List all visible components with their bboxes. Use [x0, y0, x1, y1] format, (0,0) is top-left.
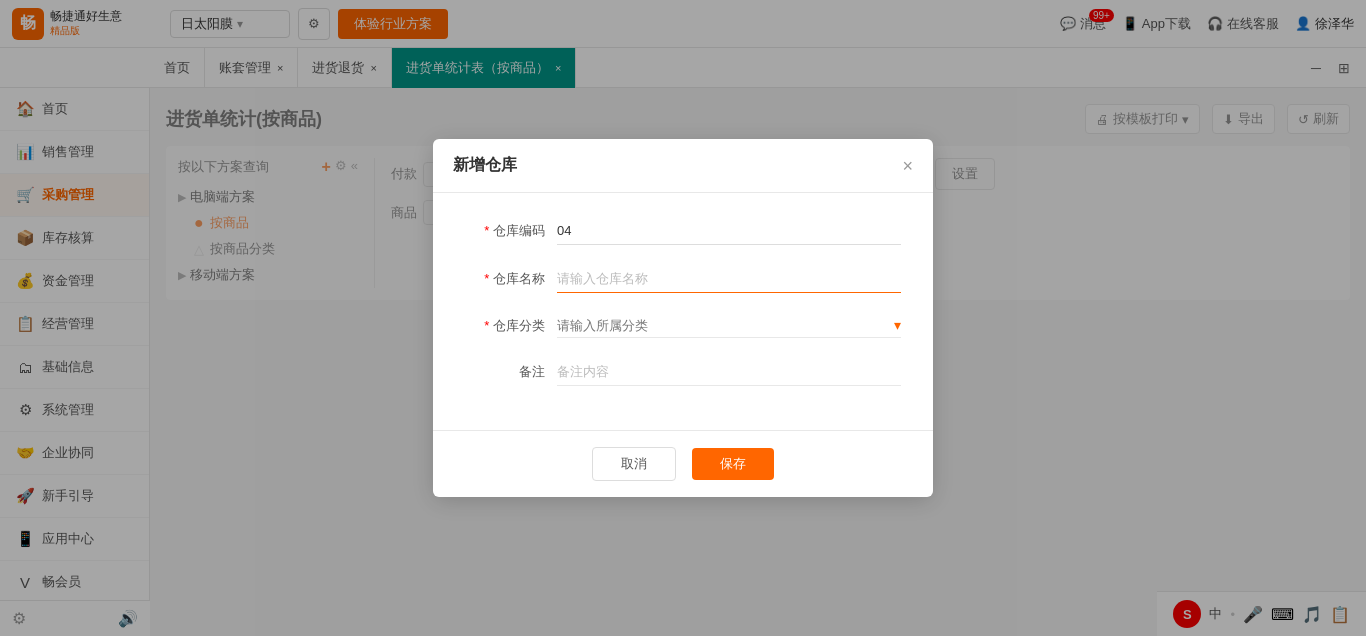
- modal-title: 新增仓库: [453, 155, 517, 176]
- modal-header: 新增仓库 ×: [433, 139, 933, 193]
- note-label: 备注: [465, 363, 545, 381]
- warehouse-code-row: 仓库编码: [465, 217, 901, 245]
- note-row: 备注: [465, 358, 901, 386]
- category-chevron-icon: ▾: [894, 317, 901, 333]
- modal-close-icon[interactable]: ×: [902, 157, 913, 175]
- save-button[interactable]: 保存: [692, 448, 774, 480]
- cancel-button[interactable]: 取消: [592, 447, 676, 481]
- warehouse-code-input[interactable]: [557, 217, 901, 245]
- warehouse-category-row: 仓库分类 ▾: [465, 313, 901, 338]
- note-input[interactable]: [557, 358, 901, 386]
- warehouse-code-label: 仓库编码: [465, 222, 545, 240]
- warehouse-category-input[interactable]: [557, 318, 894, 333]
- warehouse-name-label: 仓库名称: [465, 270, 545, 288]
- warehouse-category-label: 仓库分类: [465, 317, 545, 335]
- modal-footer: 取消 保存: [433, 430, 933, 497]
- warehouse-name-row: 仓库名称: [465, 265, 901, 293]
- warehouse-category-select[interactable]: ▾: [557, 313, 901, 338]
- warehouse-name-input[interactable]: [557, 265, 901, 293]
- modal-body: 仓库编码 仓库名称 仓库分类 ▾ 备注: [433, 193, 933, 430]
- modal-overlay: 新增仓库 × 仓库编码 仓库名称 仓库分类 ▾: [0, 0, 1366, 636]
- add-warehouse-modal: 新增仓库 × 仓库编码 仓库名称 仓库分类 ▾: [433, 139, 933, 497]
